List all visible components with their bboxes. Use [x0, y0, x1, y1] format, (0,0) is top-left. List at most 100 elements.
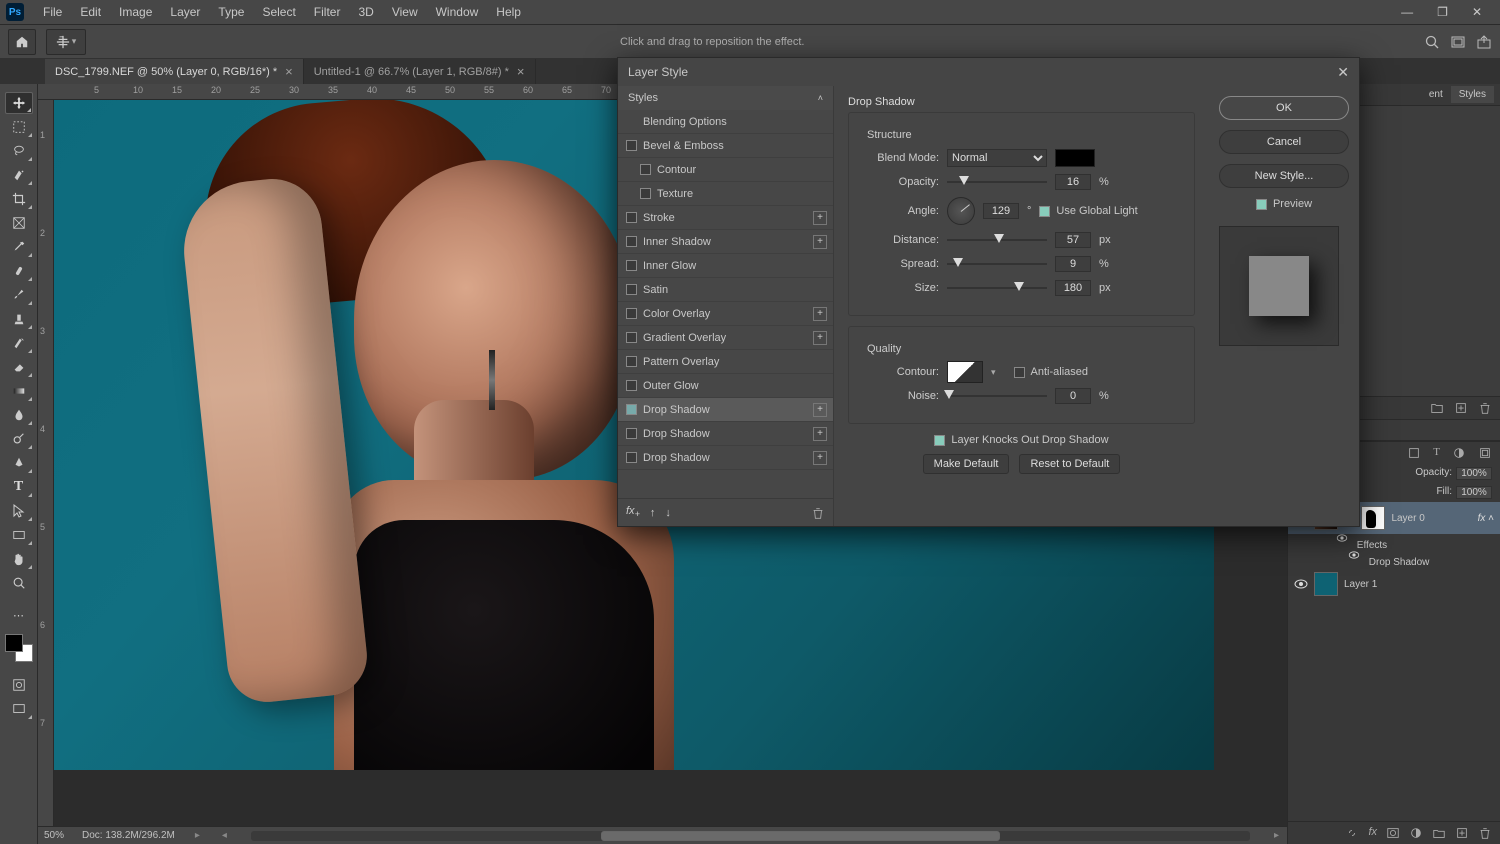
fx-checkbox[interactable]	[626, 332, 637, 343]
chevron-up-icon[interactable]: ˄	[818, 93, 823, 103]
new-folder-icon[interactable]	[1430, 401, 1444, 415]
fx-row-inner-glow[interactable]: Inner Glow	[618, 254, 833, 278]
global-light-checkbox[interactable]: Use Global Light	[1039, 205, 1137, 217]
fx-row-blending-options[interactable]: Blending Options	[618, 110, 833, 134]
fx-badge[interactable]: fx ˄	[1478, 513, 1494, 524]
fx-checkbox[interactable]	[640, 188, 651, 199]
add-instance-icon[interactable]: +	[813, 403, 827, 417]
clone-stamp-tool[interactable]	[5, 308, 33, 330]
knockout-checkbox[interactable]: Layer Knocks Out Drop Shadow	[934, 434, 1108, 446]
eraser-tool[interactable]	[5, 356, 33, 378]
frame-icon[interactable]	[1450, 34, 1466, 50]
fx-row-texture[interactable]: Texture	[618, 182, 833, 206]
fx-row-drop-shadow[interactable]: Drop Shadow+	[618, 398, 833, 422]
fx-checkbox[interactable]	[626, 284, 637, 295]
fx-row-bevel-emboss[interactable]: Bevel & Emboss	[618, 134, 833, 158]
type-tool[interactable]: T	[5, 476, 33, 498]
smartobj-icon[interactable]	[1478, 446, 1492, 460]
layer-name[interactable]: Layer 0	[1391, 513, 1424, 524]
fx-checkbox[interactable]	[626, 356, 637, 367]
chevron-right-icon[interactable]: ▸	[193, 830, 202, 841]
shadow-color-swatch[interactable]	[1055, 149, 1095, 167]
menu-file[interactable]: File	[34, 1, 71, 23]
crop-tool[interactable]	[5, 188, 33, 210]
fx-row-contour[interactable]: Contour	[618, 158, 833, 182]
menu-type[interactable]: Type	[209, 1, 253, 23]
history-brush-tool[interactable]	[5, 332, 33, 354]
home-button[interactable]	[8, 29, 36, 55]
gradient-tool[interactable]	[5, 380, 33, 402]
fx-row-pattern-overlay[interactable]: Pattern Overlay	[618, 350, 833, 374]
fx-row-inner-shadow[interactable]: Inner Shadow+	[618, 230, 833, 254]
frame-tool[interactable]	[5, 212, 33, 234]
distance-slider[interactable]	[947, 234, 1047, 246]
fx-row-satin[interactable]: Satin	[618, 278, 833, 302]
window-minimize-button[interactable]: —	[1389, 0, 1425, 24]
fx-checkbox[interactable]	[626, 380, 637, 391]
link-layers-icon[interactable]	[1345, 826, 1359, 840]
distance-input[interactable]	[1055, 232, 1091, 248]
group-icon[interactable]	[1432, 826, 1446, 840]
angle-dial[interactable]	[947, 197, 975, 225]
lasso-tool[interactable]	[5, 140, 33, 162]
document-tab-1[interactable]: DSC_1799.NEF @ 50% (Layer 0, RGB/16*) * …	[45, 59, 304, 84]
noise-slider[interactable]	[947, 390, 1047, 402]
menu-filter[interactable]: Filter	[305, 1, 350, 23]
add-instance-icon[interactable]: +	[813, 427, 827, 441]
zoom-value[interactable]: 50%	[44, 830, 64, 841]
menu-image[interactable]: Image	[110, 1, 161, 23]
dialog-close-button[interactable]: ✕	[1337, 64, 1349, 81]
effects-header[interactable]: Effects	[1288, 534, 1500, 551]
effects-dropshadow-row[interactable]: Drop Shadow	[1288, 551, 1500, 568]
fx-checkbox[interactable]	[640, 164, 651, 175]
fx-checkbox[interactable]	[626, 212, 637, 223]
window-maximize-button[interactable]: ❐	[1425, 0, 1460, 24]
contour-picker[interactable]	[947, 361, 983, 383]
close-icon[interactable]: ×	[285, 64, 293, 79]
fx-checkbox[interactable]	[626, 236, 637, 247]
trash-icon[interactable]	[811, 506, 825, 520]
document-tab-2[interactable]: Untitled-1 @ 66.7% (Layer 1, RGB/8#) * ×	[304, 59, 536, 84]
scroll-left-icon[interactable]: ◂	[220, 830, 229, 841]
make-default-button[interactable]: Make Default	[923, 454, 1010, 474]
opacity-input[interactable]	[1055, 174, 1091, 190]
layer-row-1[interactable]: Layer 1	[1288, 568, 1500, 600]
eyedropper-tool[interactable]	[5, 236, 33, 258]
noise-input[interactable]	[1055, 388, 1091, 404]
rectangle-tool[interactable]	[5, 524, 33, 546]
menu-edit[interactable]: Edit	[71, 1, 110, 23]
window-close-button[interactable]: ✕	[1460, 0, 1494, 24]
add-instance-icon[interactable]: +	[813, 307, 827, 321]
doc-size-label[interactable]: Doc: 138.2M/296.2M	[82, 830, 175, 841]
fx-checkbox[interactable]	[626, 404, 637, 415]
move-tool[interactable]	[5, 92, 33, 114]
foreground-color-swatch[interactable]	[5, 634, 23, 652]
move-up-icon[interactable]: ↑	[650, 507, 656, 519]
fx-icon[interactable]: fx	[1368, 826, 1377, 840]
dodge-tool[interactable]	[5, 428, 33, 450]
quick-mask-button[interactable]	[5, 674, 33, 696]
panel-tab-adjustments-partial[interactable]: ent	[1421, 86, 1451, 103]
fx-checkbox[interactable]	[626, 308, 637, 319]
chevron-down-icon[interactable]: ▾	[991, 367, 996, 378]
fx-checkbox[interactable]	[626, 260, 637, 271]
fx-row-stroke[interactable]: Stroke+	[618, 206, 833, 230]
add-instance-icon[interactable]: +	[813, 331, 827, 345]
fx-add-icon[interactable]: fx+	[626, 505, 640, 519]
add-instance-icon[interactable]: +	[813, 211, 827, 225]
scroll-right-icon[interactable]: ▸	[1272, 830, 1281, 841]
path-select-tool[interactable]	[5, 500, 33, 522]
cancel-button[interactable]: Cancel	[1219, 130, 1349, 154]
blur-tool[interactable]	[5, 404, 33, 426]
anti-aliased-checkbox[interactable]: Anti-aliased	[1014, 366, 1088, 378]
new-layer-icon[interactable]	[1455, 826, 1469, 840]
close-icon[interactable]: ×	[517, 64, 525, 79]
hand-tool[interactable]	[5, 548, 33, 570]
adjustment-icon[interactable]	[1452, 446, 1466, 460]
tool-preset-dropdown[interactable]: ▾	[46, 29, 86, 55]
add-instance-icon[interactable]: +	[813, 235, 827, 249]
fx-checkbox[interactable]	[626, 428, 637, 439]
quick-select-tool[interactable]	[5, 164, 33, 186]
menu-layer[interactable]: Layer	[161, 1, 209, 23]
ruler-vertical[interactable]: 1234567	[38, 100, 54, 826]
